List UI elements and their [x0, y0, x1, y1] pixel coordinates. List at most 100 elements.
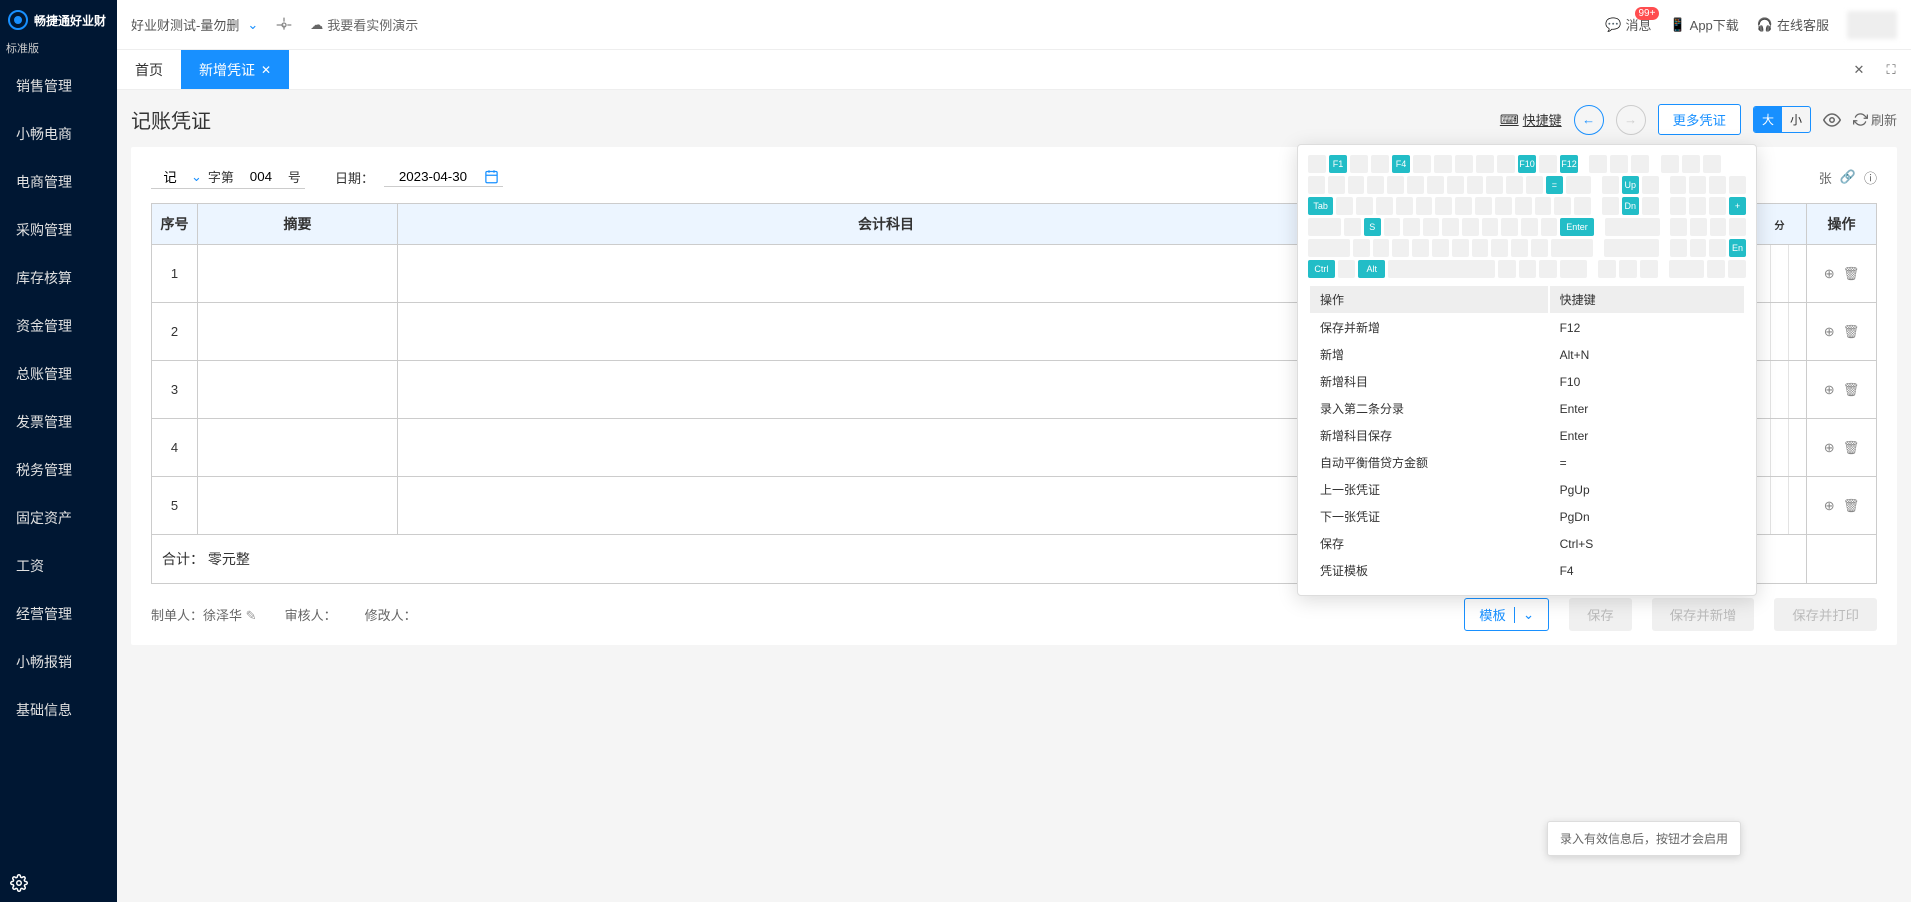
voucher-type-input[interactable]: [155, 169, 185, 184]
sidebar-item-8[interactable]: 税务管理: [0, 446, 117, 494]
shortcut-button[interactable]: ⌨ 快捷键: [1500, 110, 1562, 129]
shortcut-key: Enter: [1550, 396, 1744, 421]
brand-logo: 畅捷通好业财: [0, 0, 117, 40]
total-label: 合计：: [162, 551, 204, 567]
add-row-icon[interactable]: ⊕: [1824, 324, 1835, 340]
summary-cell[interactable]: [198, 361, 398, 419]
shortcut-op: 下一张凭证: [1310, 504, 1548, 529]
shortcut-key: PgDn: [1550, 504, 1744, 529]
subject-cell[interactable]: [398, 477, 1375, 535]
sidebar-item-13[interactable]: 基础信息: [0, 686, 117, 734]
sidebar-item-6[interactable]: 总账管理: [0, 350, 117, 398]
row-index: 2: [152, 303, 198, 361]
shortcut-op: 新增: [1310, 342, 1548, 367]
total-text: 零元整: [208, 551, 250, 567]
voucher-number-input[interactable]: [240, 169, 282, 184]
download-button[interactable]: 📱 App下载: [1669, 15, 1738, 34]
sidebar-item-10[interactable]: 工资: [0, 542, 117, 590]
template-button[interactable]: 模板 ⌄: [1464, 598, 1549, 631]
auditor-label: 审核人：: [285, 605, 337, 624]
calendar-icon[interactable]: [484, 169, 499, 184]
size-small[interactable]: 小: [1782, 107, 1810, 132]
delete-row-icon[interactable]: 🗑: [1843, 440, 1860, 456]
org-selector[interactable]: 好业财测试-量勿删 ⌄: [131, 15, 258, 34]
shortcut-key: F4: [1550, 558, 1744, 583]
col-index: 序号: [152, 204, 198, 245]
info-icon[interactable]: ⓘ: [1864, 168, 1877, 187]
sidebar-settings-button[interactable]: [0, 864, 117, 902]
avatar[interactable]: [1847, 11, 1897, 39]
shortcut-key: F12: [1550, 315, 1744, 340]
sidebar-item-7[interactable]: 发票管理: [0, 398, 117, 446]
logo-icon: [6, 8, 30, 32]
service-button[interactable]: 🎧 在线客服: [1757, 15, 1829, 34]
edit-icon[interactable]: ✎: [246, 608, 257, 623]
message-icon: 💬: [1605, 17, 1621, 33]
add-row-icon[interactable]: ⊕: [1824, 498, 1835, 514]
shortcut-op: 保存: [1310, 531, 1548, 556]
summary-cell[interactable]: [198, 419, 398, 477]
col-summary: 摘要: [198, 204, 398, 245]
refresh-button[interactable]: 刷新: [1853, 110, 1897, 129]
row-index: 4: [152, 419, 198, 477]
col-subject: 会计科目: [398, 204, 1375, 245]
zhang-label: 张: [1819, 168, 1832, 187]
sidebar-item-12[interactable]: 小畅报销: [0, 638, 117, 686]
shortcut-key: Enter: [1550, 423, 1744, 448]
sidebar-item-9[interactable]: 固定资产: [0, 494, 117, 542]
sidebar-item-1[interactable]: 小畅电商: [0, 110, 117, 158]
tab-new-voucher[interactable]: 新增凭证 ✕: [181, 50, 289, 89]
brand-name: 畅捷通好业财: [34, 12, 106, 29]
prev-voucher-button[interactable]: ←: [1574, 105, 1604, 135]
shortcut-op: 上一张凭证: [1310, 477, 1548, 502]
sidebar-item-0[interactable]: 销售管理: [0, 62, 117, 110]
view-button[interactable]: [1823, 111, 1841, 129]
close-icon[interactable]: ✕: [261, 63, 271, 77]
shortcut-col-op: 操作: [1310, 286, 1548, 313]
shortcut-col-key: 快捷键: [1550, 286, 1744, 313]
template-label: 模板: [1479, 605, 1506, 624]
more-voucher-button[interactable]: 更多凭证: [1658, 104, 1741, 135]
tab-home[interactable]: 首页: [117, 50, 181, 89]
subject-cell[interactable]: [398, 245, 1375, 303]
refresh-label: 刷新: [1871, 110, 1897, 129]
summary-cell[interactable]: [198, 477, 398, 535]
row-index: 5: [152, 477, 198, 535]
org-name: 好业财测试-量勿删: [131, 15, 239, 34]
delete-row-icon[interactable]: 🗑: [1843, 382, 1860, 398]
close-all-button[interactable]: ✕: [1847, 58, 1871, 82]
sidebar-item-5[interactable]: 资金管理: [0, 302, 117, 350]
chevron-down-icon[interactable]: ⌄: [191, 169, 202, 185]
demo-link[interactable]: ☁ 我要看实例演示: [310, 15, 418, 34]
add-row-icon[interactable]: ⊕: [1824, 266, 1835, 282]
subject-cell[interactable]: [398, 303, 1375, 361]
download-label: App下载: [1690, 15, 1739, 34]
delete-row-icon[interactable]: 🗑: [1843, 498, 1860, 514]
sidebar-item-2[interactable]: 电商管理: [0, 158, 117, 206]
demo-label: 我要看实例演示: [327, 15, 418, 34]
add-row-icon[interactable]: ⊕: [1824, 382, 1835, 398]
shortcut-label: 快捷键: [1523, 110, 1562, 129]
sidebar-item-3[interactable]: 采购管理: [0, 206, 117, 254]
delete-row-icon[interactable]: 🗑: [1843, 324, 1860, 340]
size-big[interactable]: 大: [1754, 107, 1782, 132]
delete-row-icon[interactable]: 🗑: [1843, 266, 1860, 282]
summary-cell[interactable]: [198, 303, 398, 361]
subject-cell[interactable]: [398, 361, 1375, 419]
add-row-icon[interactable]: ⊕: [1824, 440, 1835, 456]
date-input[interactable]: [388, 169, 478, 184]
org-settings-button[interactable]: [276, 17, 292, 33]
messages-button[interactable]: 💬 消息 99+: [1605, 15, 1651, 34]
sidebar-item-4[interactable]: 库存核算: [0, 254, 117, 302]
subject-cell[interactable]: [398, 419, 1375, 477]
next-voucher-button[interactable]: →: [1616, 105, 1646, 135]
summary-cell[interactable]: [198, 245, 398, 303]
fullscreen-button[interactable]: ⛶: [1879, 58, 1903, 82]
save-button: 保存: [1569, 598, 1632, 631]
keyboard-icon: ⌨: [1500, 112, 1519, 128]
shortcut-op: 保存并新增: [1310, 315, 1548, 340]
modifier-label: 修改人：: [365, 605, 417, 624]
tab-bar: 首页 新增凭证 ✕ ✕ ⛶: [117, 50, 1911, 90]
sidebar-item-11[interactable]: 经营管理: [0, 590, 117, 638]
attachment-icon[interactable]: 🔗: [1840, 169, 1856, 185]
